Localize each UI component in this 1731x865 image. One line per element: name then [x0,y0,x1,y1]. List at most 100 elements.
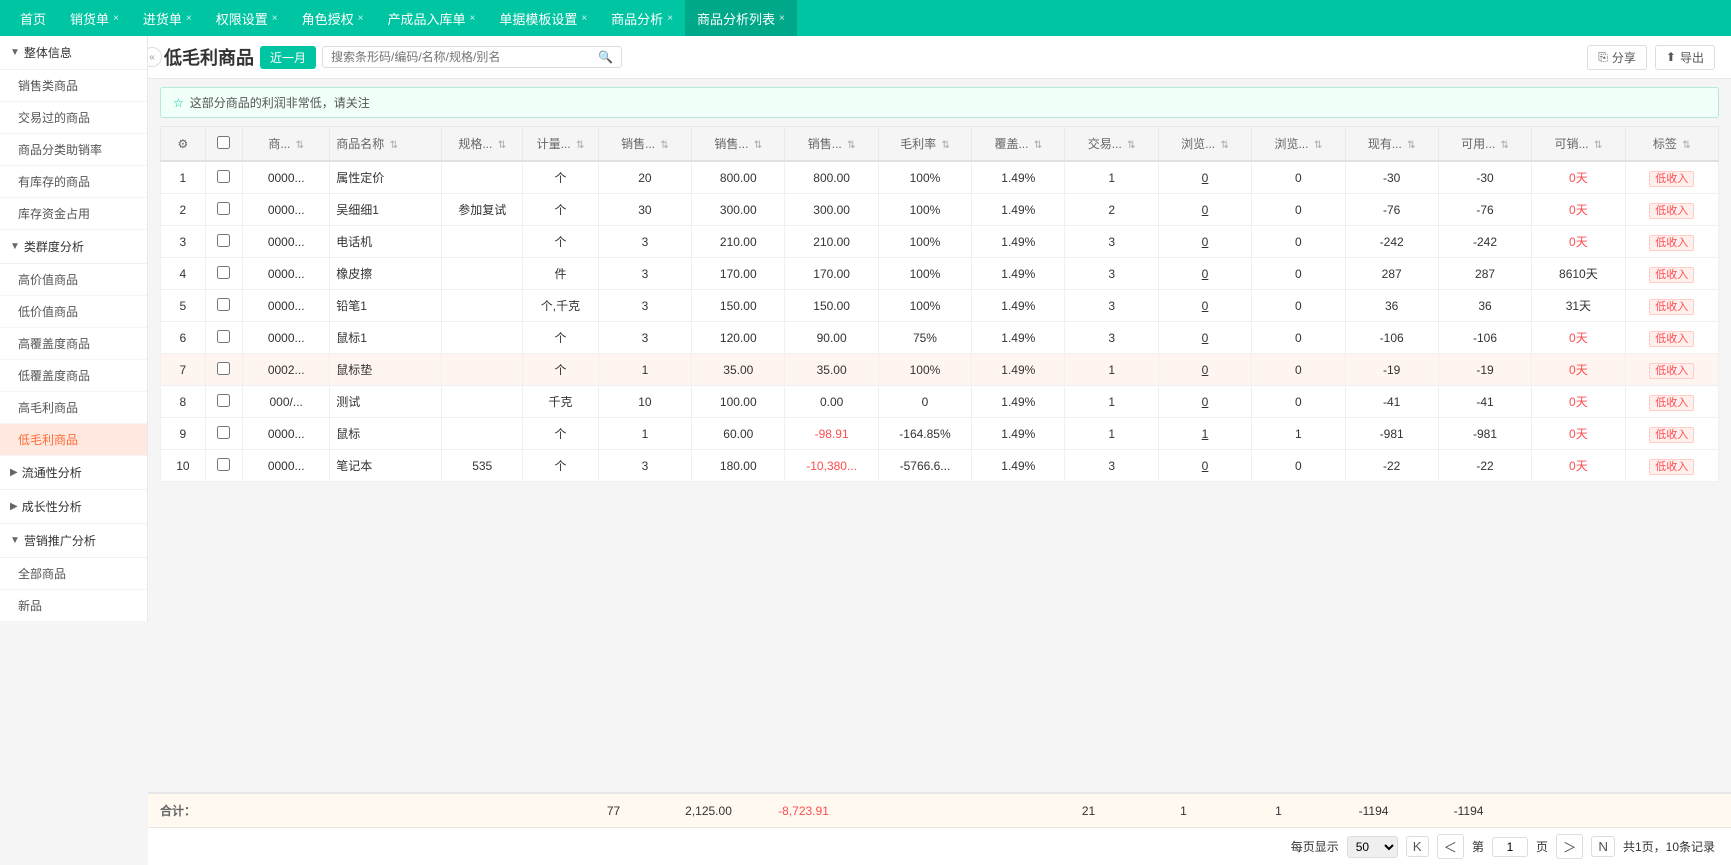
sort-icon[interactable]: ⇅ [1407,140,1415,151]
row-checkbox-cell[interactable] [205,258,242,290]
last-page-button[interactable]: N [1591,836,1615,857]
sort-icon[interactable]: ⇅ [660,140,668,151]
sidebar-group-cluster[interactable]: ▼ 类群度分析 [0,230,147,264]
export-button[interactable]: ⬆ 导出 [1655,45,1715,70]
share-button[interactable]: ⎘ 分享 [1587,45,1647,70]
nav-home[interactable]: 首页 [8,0,58,36]
row-view1[interactable]: 0 [1158,258,1251,290]
sort-icon[interactable]: ⇅ [1220,140,1228,151]
nav-product-analysis-list[interactable]: 商品分析列表 × [685,0,797,36]
row-view1[interactable]: 0 [1158,290,1251,322]
sidebar-group-overall[interactable]: ▼ 整体信息 [0,36,147,70]
sort-icon[interactable]: ⇅ [296,140,304,151]
nav-product-entry[interactable]: 产成品入库单 × [375,0,487,36]
next-page-button[interactable]: ＞ [1556,834,1583,859]
row-checkbox[interactable] [217,298,230,311]
sort-icon[interactable]: ⇅ [498,140,506,151]
row-view1[interactable]: 0 [1158,194,1251,226]
close-icon[interactable]: × [581,13,587,24]
sort-icon[interactable]: ⇅ [1127,140,1135,151]
sidebar-collapse-button[interactable]: « [148,47,162,67]
prev-page-button[interactable]: ＜ [1437,834,1464,859]
row-checkbox[interactable] [217,170,230,183]
column-settings[interactable]: ⚙ [161,127,206,162]
row-checkbox-cell[interactable] [205,161,242,194]
sidebar-item-low-coverage[interactable]: 低覆盖度商品 [0,360,147,392]
row-checkbox-cell[interactable] [205,354,242,386]
row-current-stock: 287 [1345,258,1438,290]
row-number: 9 [161,418,206,450]
sort-icon[interactable]: ⇅ [1594,140,1602,151]
close-icon[interactable]: × [358,13,364,24]
row-name: 鼠标1 [330,322,442,354]
sort-icon[interactable]: ⇅ [754,140,762,151]
row-view1[interactable]: 1 [1158,418,1251,450]
row-checkbox-cell[interactable] [205,418,242,450]
row-checkbox-cell[interactable] [205,322,242,354]
sidebar-group-growth[interactable]: ▶ 成长性分析 [0,490,147,524]
row-view1[interactable]: 0 [1158,161,1251,194]
page-size-select[interactable]: 50 100 200 [1347,836,1398,858]
row-checkbox[interactable] [217,330,230,343]
row-view1[interactable]: 0 [1158,354,1251,386]
first-page-button[interactable]: K [1406,836,1429,857]
sort-icon[interactable]: ⇅ [390,140,398,151]
sidebar-item-high-coverage[interactable]: 高覆盖度商品 [0,328,147,360]
nav-permission-settings[interactable]: 权限设置 × [204,0,290,36]
row-checkbox-cell[interactable] [205,386,242,418]
content-header: « 低毛利商品 近一月 🔍 ⎘ 分享 ⬆ 导出 [148,36,1731,79]
nav-sales-order[interactable]: 销货单 × [58,0,131,36]
row-checkbox-cell[interactable] [205,194,242,226]
sidebar-group-marketing[interactable]: ▼ 营销推广分析 [0,524,147,558]
search-icon[interactable]: 🔍 [598,50,613,64]
sort-icon[interactable]: ⇅ [847,140,855,151]
page-number-input[interactable] [1492,837,1528,857]
nav-role-auth[interactable]: 角色授权 × [290,0,376,36]
row-checkbox[interactable] [217,394,230,407]
close-icon[interactable]: × [667,13,673,24]
sort-icon[interactable]: ⇅ [941,140,949,151]
sort-icon[interactable]: ⇅ [1314,140,1322,151]
sidebar-item-traded-goods[interactable]: 交易过的商品 [0,102,147,134]
close-icon[interactable]: × [779,13,785,24]
sidebar-item-inventory-capital[interactable]: 库存资金占用 [0,198,147,230]
sidebar-group-circulation[interactable]: ▶ 流通性分析 [0,456,147,490]
sidebar-item-high-value[interactable]: 高价值商品 [0,264,147,296]
row-view1[interactable]: 0 [1158,386,1251,418]
close-icon[interactable]: × [272,13,278,24]
sidebar-item-high-margin[interactable]: 高毛利商品 [0,392,147,424]
nav-purchase-order[interactable]: 进货单 × [131,0,204,36]
row-checkbox[interactable] [217,202,230,215]
sidebar-item-stocked-goods[interactable]: 有库存的商品 [0,166,147,198]
sidebar-item-low-margin[interactable]: 低毛利商品 [0,424,147,456]
close-icon[interactable]: × [186,13,192,24]
row-checkbox-cell[interactable] [205,450,242,482]
close-icon[interactable]: × [113,13,119,24]
sort-icon[interactable]: ⇅ [1034,140,1042,151]
sidebar-item-low-value[interactable]: 低价值商品 [0,296,147,328]
row-view1[interactable]: 0 [1158,322,1251,354]
row-view1[interactable]: 0 [1158,226,1251,258]
sidebar-item-new-goods[interactable]: 新品 [0,590,147,622]
row-checkbox[interactable] [217,426,230,439]
row-checkbox[interactable] [217,266,230,279]
nav-template-settings[interactable]: 单据模板设置 × [487,0,599,36]
sidebar-item-sales-goods[interactable]: 销售类商品 [0,70,147,102]
sort-icon[interactable]: ⇅ [576,140,584,151]
row-checkbox-cell[interactable] [205,226,242,258]
row-checkbox[interactable] [217,458,230,471]
search-input[interactable] [331,50,594,64]
select-all-checkbox[interactable] [217,136,230,149]
filter-recent-month-button[interactable]: 近一月 [260,46,316,69]
close-icon[interactable]: × [469,13,475,24]
sort-icon[interactable]: ⇅ [1501,140,1509,151]
row-view1[interactable]: 0 [1158,450,1251,482]
sidebar-item-category-sales-rate[interactable]: 商品分类助销率 [0,134,147,166]
nav-product-analysis[interactable]: 商品分析 × [599,0,685,36]
sidebar-item-all-goods[interactable]: 全部商品 [0,558,147,590]
row-checkbox[interactable] [217,362,230,375]
sort-icon[interactable]: ⇅ [1682,140,1690,151]
column-checkbox-all[interactable] [205,127,242,162]
row-checkbox[interactable] [217,234,230,247]
row-checkbox-cell[interactable] [205,290,242,322]
